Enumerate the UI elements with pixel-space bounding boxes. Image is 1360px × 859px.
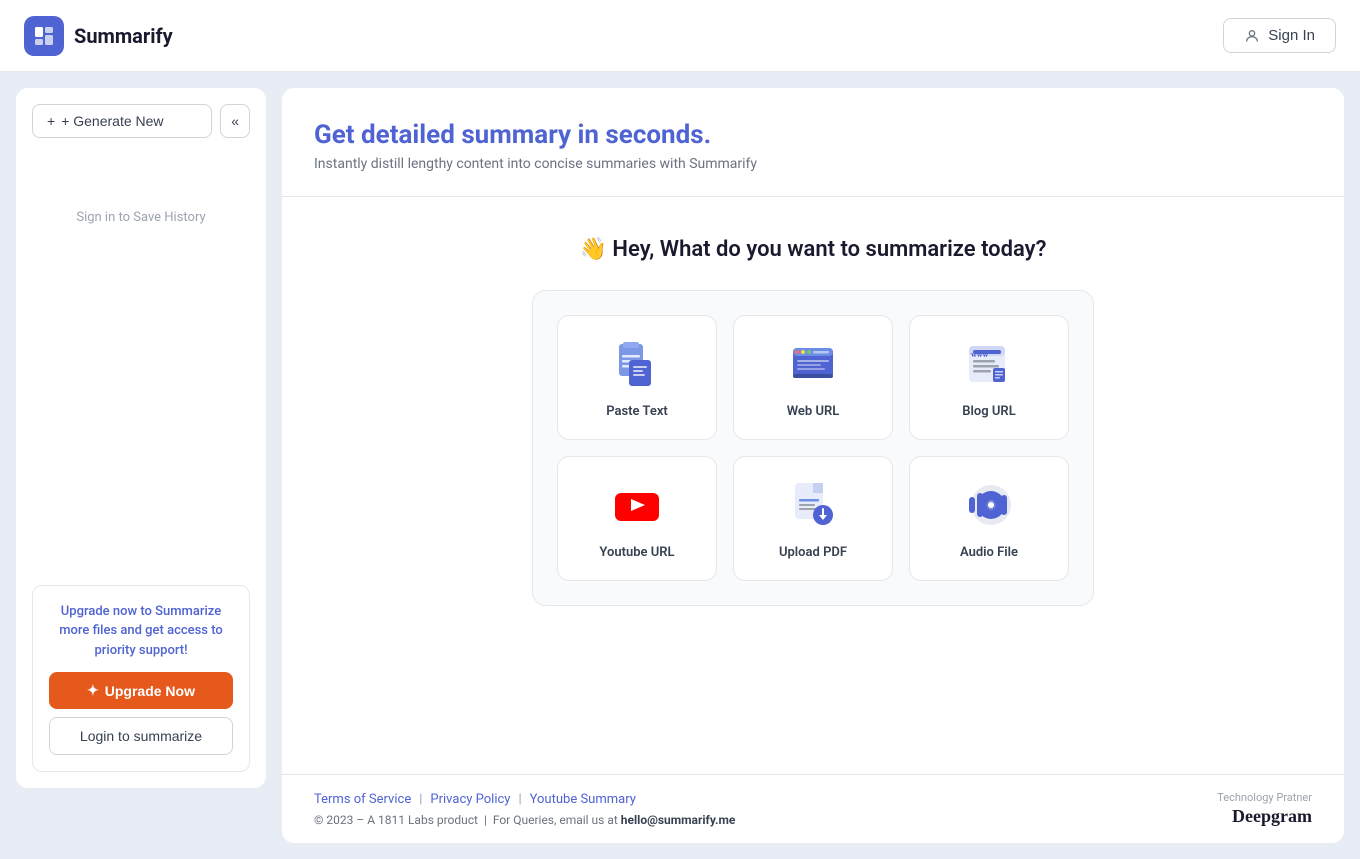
footer-copyright: © 2023 – A 1811 Labs product | For Queri…	[314, 813, 735, 827]
footer-links: Terms of Service | Privacy Policy | Yout…	[314, 792, 735, 807]
paste-text-icon	[609, 336, 665, 392]
upload-pdf-card[interactable]: Upload PDF	[733, 456, 893, 581]
cards-container: Paste Text	[532, 290, 1094, 606]
collapse-sidebar-button[interactable]: «	[220, 104, 250, 138]
deepgram-logo: Deepgram	[1232, 806, 1312, 827]
blog-url-card[interactable]: www Blog URL	[909, 315, 1069, 440]
audio-file-label: Audio File	[960, 545, 1018, 560]
footer: Terms of Service | Privacy Policy | Yout…	[282, 774, 1344, 843]
logo-svg	[32, 24, 56, 48]
sidebar-top: + + Generate New «	[32, 104, 250, 138]
terms-of-service-link[interactable]: Terms of Service	[314, 792, 411, 807]
sparkle-icon: ✦	[87, 682, 99, 699]
cards-area: 👋 Hey, What do you want to summarize tod…	[282, 197, 1344, 774]
logo-area: Summarify	[24, 16, 173, 56]
layout: + + Generate New « Sign in to Save Histo…	[0, 72, 1360, 859]
upgrade-now-button[interactable]: ✦ Upgrade Now	[49, 672, 233, 709]
hero-title: Get detailed summary in seconds.	[314, 120, 1312, 150]
upgrade-now-label: Upgrade Now	[105, 683, 195, 699]
upgrade-promo-text: Upgrade now to Summarize more files and …	[49, 602, 233, 661]
sign-in-button[interactable]: Sign In	[1223, 18, 1336, 53]
privacy-policy-link[interactable]: Privacy Policy	[430, 792, 510, 807]
youtube-url-label: Youtube URL	[599, 545, 674, 560]
logo-icon	[24, 16, 64, 56]
footer-left: Terms of Service | Privacy Policy | Yout…	[314, 792, 735, 827]
upload-pdf-icon	[785, 477, 841, 533]
hero-title-accent: summary	[461, 120, 571, 150]
blog-url-icon: www	[961, 336, 1017, 392]
audio-file-card[interactable]: Audio File	[909, 456, 1069, 581]
audio-file-icon	[961, 477, 1017, 533]
upload-pdf-label: Upload PDF	[779, 545, 847, 560]
web-url-icon	[785, 336, 841, 392]
plus-icon: +	[47, 113, 55, 129]
paste-text-card[interactable]: Paste Text	[557, 315, 717, 440]
user-icon	[1244, 28, 1260, 44]
youtube-url-card[interactable]: Youtube URL	[557, 456, 717, 581]
sidebar: + + Generate New « Sign in to Save Histo…	[16, 88, 266, 788]
hero-title-prefix: Get detailed	[314, 120, 461, 150]
web-url-card[interactable]: Web URL	[733, 315, 893, 440]
footer-sep-2: |	[518, 792, 521, 807]
web-url-label: Web URL	[787, 404, 840, 419]
hero-title-suffix: in seconds.	[571, 120, 711, 150]
login-to-summarize-button[interactable]: Login to summarize	[49, 717, 233, 755]
collapse-icon: «	[231, 113, 239, 129]
generate-new-label: + Generate New	[61, 113, 163, 129]
youtube-url-icon	[609, 477, 665, 533]
welcome-text: 👋 Hey, What do you want to summarize tod…	[580, 237, 1047, 262]
main-content: Get detailed summary in seconds. Instant…	[282, 88, 1344, 843]
login-label: Login to summarize	[80, 728, 202, 744]
youtube-summary-link[interactable]: Youtube Summary	[530, 792, 636, 807]
footer-sep-1: |	[419, 792, 422, 807]
paste-text-label: Paste Text	[606, 404, 668, 419]
deepgram-area: Technology Pratner Deepgram	[1217, 791, 1312, 827]
app-title: Summarify	[74, 24, 173, 48]
hero-section: Get detailed summary in seconds. Instant…	[282, 88, 1344, 197]
generate-new-button[interactable]: + + Generate New	[32, 104, 212, 138]
svg-text:www: www	[971, 350, 989, 359]
hero-subtitle: Instantly distill lengthy content into c…	[314, 156, 1312, 172]
sign-in-to-save-text: Sign in to Save History	[32, 150, 250, 573]
tech-partner-label: Technology Pratner	[1217, 791, 1312, 804]
blog-url-label: Blog URL	[962, 404, 1015, 419]
header: Summarify Sign In	[0, 0, 1360, 72]
upgrade-box: Upgrade now to Summarize more files and …	[32, 585, 250, 773]
sign-in-label: Sign In	[1268, 27, 1315, 44]
